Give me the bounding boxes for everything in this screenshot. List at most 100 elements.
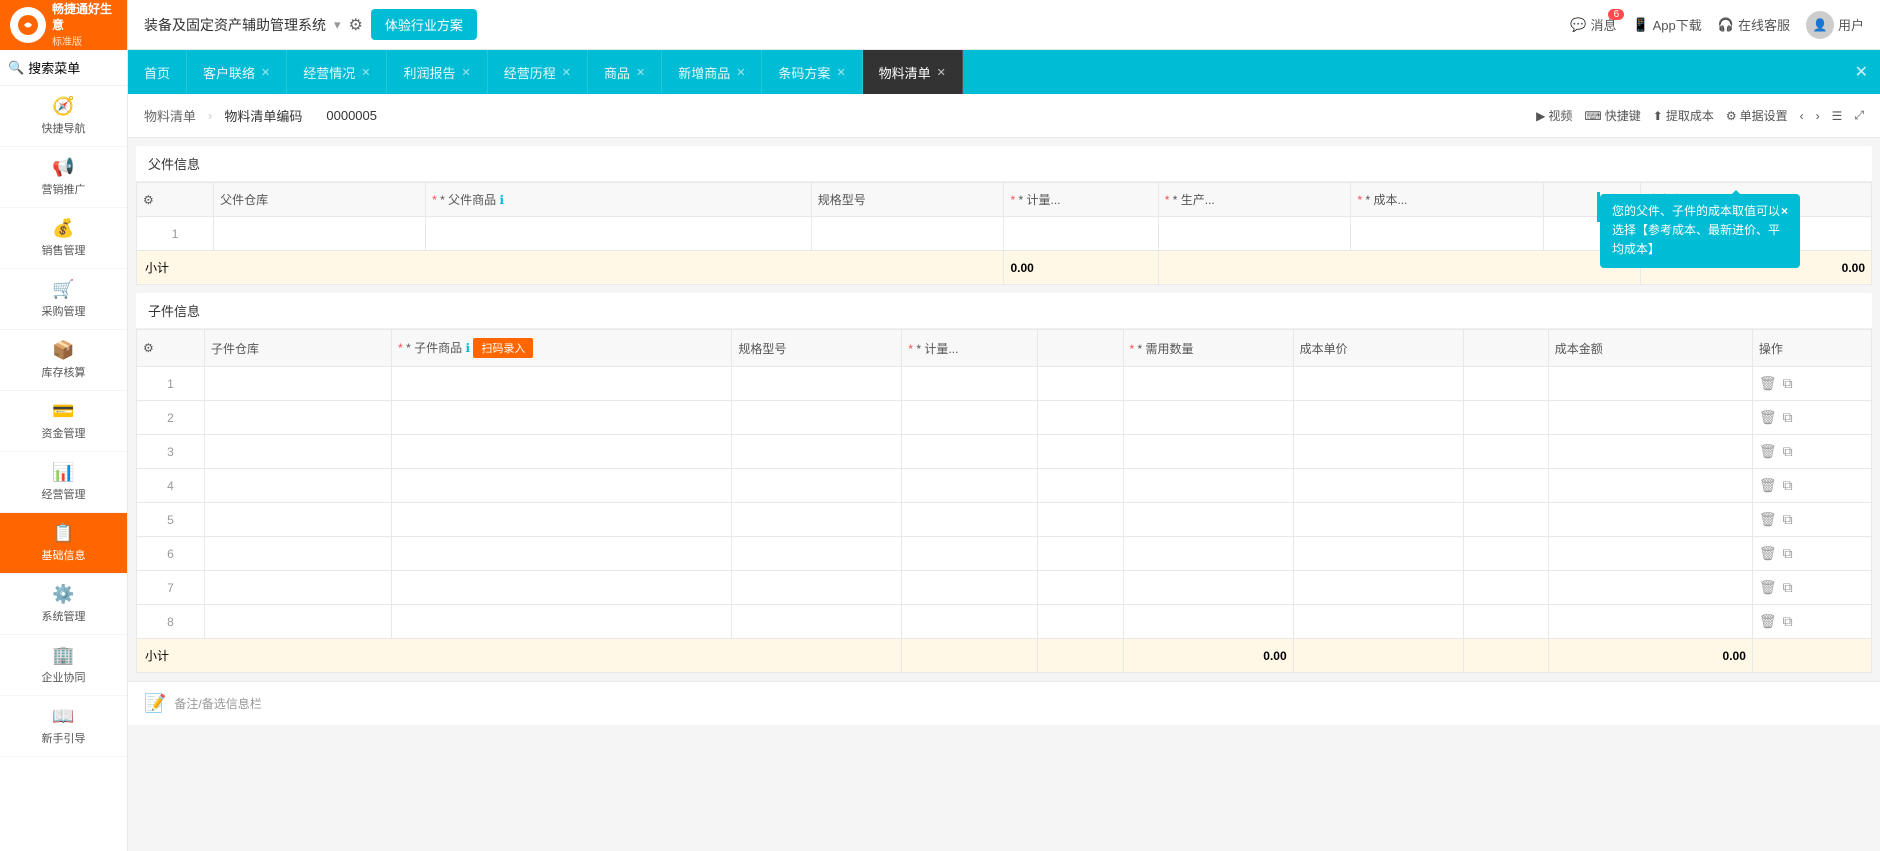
tab-bom-close[interactable]: ✕: [937, 66, 946, 79]
child-row-6-warehouse[interactable]: [205, 537, 392, 571]
child-row-7-product[interactable]: [392, 571, 732, 605]
child-row-2-unit[interactable]: [902, 401, 1038, 435]
copy-row-1-button[interactable]: ⧉: [1783, 375, 1793, 392]
child-row-5-unit-price[interactable]: [1293, 503, 1463, 537]
parent-row-1-product[interactable]: [426, 217, 812, 251]
child-row-4-product[interactable]: [392, 469, 732, 503]
child-row-3-qty[interactable]: [1123, 435, 1293, 469]
sidebar-item-basic-info[interactable]: 📋 基础信息: [0, 513, 127, 574]
child-row-1-unit-price[interactable]: [1293, 367, 1463, 401]
sidebar-item-guide[interactable]: 📖 新手引导: [0, 696, 127, 757]
parent-row-1-warehouse[interactable]: [214, 217, 426, 251]
tab-home[interactable]: 首页: [128, 50, 187, 94]
delete-row-5-button[interactable]: 🗑: [1759, 511, 1777, 528]
tab-customer-close[interactable]: ✕: [261, 66, 270, 79]
child-row-5-product[interactable]: [392, 503, 732, 537]
child-row-3-spec[interactable]: [732, 435, 902, 469]
child-row-7-spec[interactable]: [732, 571, 902, 605]
delete-row-6-button[interactable]: 🗑: [1759, 545, 1777, 562]
extract-cost-button[interactable]: ⬆ 提取成本: [1653, 107, 1714, 124]
tab-history[interactable]: 经营历程 ✕: [488, 50, 588, 94]
sidebar-item-system[interactable]: ⚙️ 系统管理: [0, 574, 127, 635]
child-row-3-warehouse[interactable]: [205, 435, 392, 469]
copy-row-6-button[interactable]: ⧉: [1783, 545, 1793, 562]
prev-record-button[interactable]: ‹: [1800, 109, 1804, 123]
child-row-7-unit[interactable]: [902, 571, 1038, 605]
tab-product[interactable]: 商品 ✕: [588, 50, 662, 94]
child-row-7-unit-price[interactable]: [1293, 571, 1463, 605]
copy-row-2-button[interactable]: ⧉: [1783, 409, 1793, 426]
tab-new-product[interactable]: 新增商品 ✕: [662, 50, 762, 94]
trial-button[interactable]: 体验行业方案: [371, 9, 477, 40]
child-row-8-warehouse[interactable]: [205, 605, 392, 639]
tab-customer[interactable]: 客户联络 ✕: [187, 50, 287, 94]
parent-row-1-production[interactable]: [1158, 217, 1351, 251]
tab-profit-close[interactable]: ✕: [462, 66, 471, 79]
sidebar-item-marketing[interactable]: 📢 营销推广: [0, 147, 127, 208]
shortcut-button[interactable]: ⌨ 快捷键: [1584, 107, 1640, 124]
tab-history-close[interactable]: ✕: [562, 66, 571, 79]
sidebar-search[interactable]: 🔍 搜索菜单: [0, 50, 127, 86]
delete-row-8-button[interactable]: 🗑: [1759, 613, 1777, 630]
child-row-4-spec[interactable]: [732, 469, 902, 503]
child-row-8-qty[interactable]: [1123, 605, 1293, 639]
child-row-5-warehouse[interactable]: [205, 503, 392, 537]
child-row-2-spec[interactable]: [732, 401, 902, 435]
child-row-6-spec[interactable]: [732, 537, 902, 571]
child-row-2-unit-price[interactable]: [1293, 401, 1463, 435]
expand-button[interactable]: ⤢: [1854, 108, 1864, 123]
tooltip-close-button[interactable]: ×: [1781, 202, 1788, 221]
copy-row-5-button[interactable]: ⧉: [1783, 511, 1793, 528]
tab-operations-close[interactable]: ✕: [361, 66, 370, 79]
child-row-1-product[interactable]: [392, 367, 732, 401]
child-row-2-product[interactable]: [392, 401, 732, 435]
tab-new-product-close[interactable]: ✕: [736, 66, 745, 79]
delete-row-2-button[interactable]: 🗑: [1759, 409, 1777, 426]
sidebar-item-quick-nav[interactable]: 🧭 快捷导航: [0, 86, 127, 147]
breadcrumb-home[interactable]: 物料清单: [144, 106, 196, 125]
settings-button[interactable]: ⚙: [349, 15, 363, 35]
user-button[interactable]: 👤 用户: [1806, 11, 1864, 39]
child-row-6-unit[interactable]: [902, 537, 1038, 571]
delete-row-7-button[interactable]: 🗑: [1759, 579, 1777, 596]
sidebar-item-inventory[interactable]: 📦 库存核算: [0, 330, 127, 391]
tab-profit[interactable]: 利润报告 ✕: [387, 50, 487, 94]
child-row-1-qty[interactable]: [1123, 367, 1293, 401]
video-button[interactable]: ▶ 视频: [1536, 107, 1572, 124]
tab-product-close[interactable]: ✕: [636, 66, 645, 79]
child-row-6-product[interactable]: [392, 537, 732, 571]
delete-row-1-button[interactable]: 🗑: [1759, 375, 1777, 392]
sidebar-item-sales[interactable]: 💰 销售管理: [0, 208, 127, 269]
online-service-button[interactable]: 🎧 在线客服: [1718, 15, 1790, 34]
child-row-7-qty[interactable]: [1123, 571, 1293, 605]
copy-row-4-button[interactable]: ⧉: [1783, 477, 1793, 494]
message-button[interactable]: 💬 消息 6: [1570, 15, 1616, 34]
child-row-8-spec[interactable]: [732, 605, 902, 639]
child-row-2-qty[interactable]: [1123, 401, 1293, 435]
child-row-8-unit[interactable]: [902, 605, 1038, 639]
child-row-6-qty[interactable]: [1123, 537, 1293, 571]
child-row-3-unit[interactable]: [902, 435, 1038, 469]
child-row-3-product[interactable]: [392, 435, 732, 469]
sidebar-item-finance[interactable]: 💳 资金管理: [0, 391, 127, 452]
delete-row-3-button[interactable]: 🗑: [1759, 443, 1777, 460]
parent-row-1-spec[interactable]: [811, 217, 1004, 251]
tab-bom[interactable]: 物料清单 ✕: [863, 50, 963, 94]
child-row-1-unit[interactable]: [902, 367, 1038, 401]
child-row-5-spec[interactable]: [732, 503, 902, 537]
single-settings-button[interactable]: ⚙ 单据设置: [1726, 107, 1788, 124]
child-row-8-product[interactable]: [392, 605, 732, 639]
copy-row-7-button[interactable]: ⧉: [1783, 579, 1793, 596]
sidebar-item-purchase[interactable]: 🛒 采购管理: [0, 269, 127, 330]
app-download-button[interactable]: 📱 App下载: [1632, 15, 1701, 34]
child-row-8-unit-price[interactable]: [1293, 605, 1463, 639]
scan-input-button[interactable]: 扫码录入: [473, 338, 533, 358]
system-dropdown-arrow[interactable]: ▾: [334, 17, 341, 33]
child-row-4-warehouse[interactable]: [205, 469, 392, 503]
child-row-4-unit-price[interactable]: [1293, 469, 1463, 503]
child-row-1-warehouse[interactable]: [205, 367, 392, 401]
list-view-button[interactable]: ☰: [1832, 109, 1843, 123]
child-row-2-warehouse[interactable]: [205, 401, 392, 435]
child-col-settings[interactable]: ⚙: [137, 330, 205, 367]
next-record-button[interactable]: ›: [1816, 109, 1820, 123]
